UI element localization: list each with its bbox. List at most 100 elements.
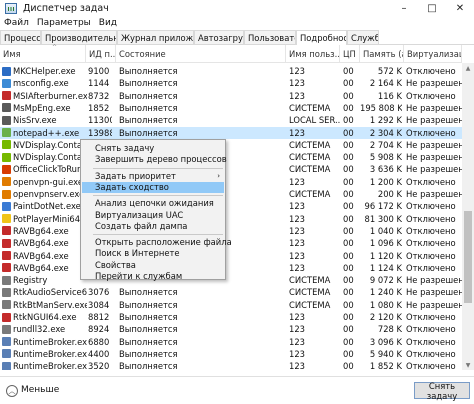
process-virtualization: Отключено bbox=[406, 213, 456, 224]
chevron-up-icon[interactable]: ︿ bbox=[6, 385, 18, 397]
process-name: RuntimeBroker.exe bbox=[13, 336, 87, 347]
process-icon bbox=[2, 324, 11, 334]
menu-separator bbox=[93, 234, 223, 236]
context-menu-item[interactable]: Поиск в Интернете bbox=[82, 248, 224, 259]
tab-processes[interactable]: Процессы bbox=[0, 30, 41, 44]
table-row[interactable]: RtkBtManServ.exe 3084 Выполняется СИСТЕМА 00… bbox=[0, 299, 462, 311]
process-name: msconfig.exe bbox=[13, 78, 69, 89]
process-status: Выполняется bbox=[119, 78, 178, 89]
scroll-up-arrow-icon[interactable]: ▲ bbox=[462, 63, 474, 73]
menu-view[interactable]: Вид bbox=[95, 18, 121, 28]
process-memory: 9 072 K bbox=[369, 275, 402, 286]
column-pid[interactable]: ИД п... bbox=[86, 45, 116, 63]
process-virtualization: Отключено bbox=[406, 90, 456, 101]
process-virtualization: Отключено bbox=[406, 176, 456, 187]
process-user: LOCAL SER... bbox=[289, 115, 340, 126]
column-status[interactable]: Состояние bbox=[116, 45, 286, 63]
table-row[interactable]: RAVBg64.exe 123 00 1 040 K Отключено bbox=[0, 225, 462, 237]
process-cpu: 00 bbox=[343, 312, 354, 322]
context-menu-item[interactable]: Свойства bbox=[82, 260, 224, 271]
table-row[interactable]: RuntimeBroker.exe 4400 Выполняется 123 00 5 9… bbox=[0, 348, 462, 360]
tab-users[interactable]: Пользователи bbox=[244, 30, 296, 44]
process-name: PaintDotNet.exe bbox=[13, 201, 81, 212]
table-row[interactable]: openvpnserv.exe СИСТЕМА 00 200 K Не разрешен… bbox=[0, 188, 462, 200]
menu-file[interactable]: Файл bbox=[0, 18, 33, 28]
column-header-row: Имя ИД п... Состояние Имя польз... ЦП Па… bbox=[0, 44, 462, 63]
process-memory: 2 704 K bbox=[369, 139, 402, 150]
table-row[interactable]: Registry СИСТЕМА 00 9 072 K Не разрешено bbox=[0, 274, 462, 286]
vertical-scrollbar[interactable]: ▲ ▼ bbox=[462, 63, 474, 370]
tab-details[interactable]: Подробности bbox=[296, 30, 347, 45]
table-row[interactable]: MsMpEng.exe 1852 Выполняется СИСТЕМА 00 195 8… bbox=[0, 102, 462, 114]
table-row[interactable]: RuntimeBroker.exe 6880 Выполняется 123 00 3 0… bbox=[0, 336, 462, 348]
process-pid: 1144 bbox=[88, 78, 110, 89]
table-row[interactable]: MSIAfterburner.exe 8732 Выполняется 123 00 11… bbox=[0, 90, 462, 102]
table-row[interactable]: RuntimeBroker.exe 3520 Выполняется 123 00 1 8… bbox=[0, 360, 462, 370]
table-row[interactable]: OfficeClickToRun.exe СИСТЕМА 00 3 636 K Не р… bbox=[0, 163, 462, 175]
maximize-button[interactable]: □ bbox=[418, 0, 446, 16]
process-icon bbox=[2, 312, 11, 322]
close-button[interactable]: ✕ bbox=[446, 0, 474, 16]
fewer-details-link[interactable]: Меньше bbox=[21, 385, 59, 395]
context-menu-item[interactable]: Создать файл дампа bbox=[82, 221, 224, 232]
tab-performance[interactable]: Производительность bbox=[41, 30, 117, 44]
process-icon bbox=[2, 91, 11, 101]
table-row[interactable]: rundll32.exe 8924 Выполняется 123 00 728 K Отк… bbox=[0, 323, 462, 335]
process-pid: 3520 bbox=[88, 361, 110, 370]
table-row[interactable]: PotPlayerMini64.exe 123 00 81 300 K Отключен… bbox=[0, 213, 462, 225]
table-row[interactable]: RAVBg64.exe 123 00 1 120 K Отключено bbox=[0, 250, 462, 262]
context-menu-item[interactable]: Перейти к службам bbox=[82, 271, 224, 282]
process-memory: 5 940 K bbox=[369, 348, 402, 359]
menu-options[interactable]: Параметры bbox=[33, 18, 95, 28]
process-name: OfficeClickToRun.exe bbox=[13, 164, 87, 175]
window-controls: – □ ✕ bbox=[390, 0, 474, 16]
table-row[interactable]: MKCHelper.exe 9100 Выполняется 123 00 572 K От… bbox=[0, 65, 462, 77]
scrollbar-thumb[interactable] bbox=[464, 211, 472, 303]
process-name: RAVBg64.exe bbox=[13, 262, 69, 273]
title-bar: Диспетчер задач – □ ✕ bbox=[0, 0, 474, 16]
context-menu-item[interactable]: Открыть расположение файла bbox=[82, 237, 232, 248]
column-cpu[interactable]: ЦП bbox=[340, 45, 360, 63]
table-row[interactable]: NVDisplay.Container... СИСТЕМА 00 2 704 K Не… bbox=[0, 139, 462, 151]
process-virtualization: Не разрешено bbox=[406, 287, 462, 298]
process-status: Выполняется bbox=[119, 127, 178, 138]
table-row[interactable]: RAVBg64.exe 123 00 1 124 K Отключено bbox=[0, 262, 462, 274]
tab-startup[interactable]: Автозагрузка bbox=[194, 30, 244, 44]
end-task-button[interactable]: Снять задачу bbox=[414, 381, 470, 401]
process-cpu: 00 bbox=[343, 348, 354, 359]
process-virtualization: Не разрешено bbox=[406, 299, 462, 310]
column-name[interactable]: Имя bbox=[0, 45, 86, 63]
context-menu-item-label: Поиск в Интернете bbox=[95, 248, 180, 259]
context-menu-item[interactable]: Снять задачу bbox=[82, 143, 224, 154]
process-cpu: 00 bbox=[343, 238, 354, 249]
process-name: RAVBg64.exe bbox=[13, 238, 69, 249]
tab-app-history[interactable]: Журнал приложений bbox=[117, 30, 194, 44]
minimize-button[interactable]: – bbox=[390, 0, 418, 16]
table-row[interactable]: RtkAudioService64.exe3076 Выполняется СИСТ… bbox=[0, 286, 462, 298]
process-icon bbox=[2, 66, 11, 76]
table-row[interactable]: msconfig.exe 1144 Выполняется 123 00 2 164 K Н… bbox=[0, 77, 462, 89]
process-cpu: 00 bbox=[343, 90, 354, 101]
context-menu-item[interactable]: Виртуализация UAC bbox=[82, 210, 224, 221]
context-menu-item[interactable]: Задать приоритет › bbox=[82, 171, 224, 182]
table-row[interactable]: openvpn-gui.exe 123 00 1 200 K Отключено bbox=[0, 176, 462, 188]
context-menu-item[interactable]: Задать сходство bbox=[82, 181, 224, 194]
context-menu-item-label: Открыть расположение файла bbox=[95, 237, 232, 248]
table-row[interactable]: RtkNGUI64.exe 8812 Выполняется 123 00 2 120 K… bbox=[0, 311, 462, 323]
column-memory[interactable]: Память (акт... bbox=[360, 45, 404, 63]
process-virtualization: Не разрешено bbox=[406, 102, 462, 113]
column-virtualization[interactable]: Виртуализация bbox=[404, 45, 462, 63]
context-menu-item[interactable]: Анализ цепочки ожидания bbox=[82, 198, 224, 209]
table-row[interactable]: NVDisplay.Container... СИСТЕМА 00 5 908 K Не… bbox=[0, 151, 462, 163]
process-pid: 9100 bbox=[88, 66, 110, 76]
process-pid: 13988 bbox=[88, 127, 112, 138]
context-menu-item[interactable]: Завершить дерево процессов bbox=[82, 154, 227, 165]
table-row[interactable]: PaintDotNet.exe 123 00 96 172 K Отключено bbox=[0, 200, 462, 212]
table-row[interactable]: NisSrv.exe 11300 Выполняется LOCAL SER... 00… bbox=[0, 114, 462, 126]
process-status: Выполняется bbox=[119, 287, 178, 298]
scroll-down-arrow-icon[interactable]: ▼ bbox=[462, 360, 474, 370]
tab-services[interactable]: Службы bbox=[347, 30, 379, 44]
table-row[interactable]: notepad++.exe 13988 Выполняется 123 00 2 304 … bbox=[0, 126, 462, 139]
process-icon bbox=[2, 78, 11, 88]
column-user[interactable]: Имя польз... bbox=[286, 45, 340, 63]
